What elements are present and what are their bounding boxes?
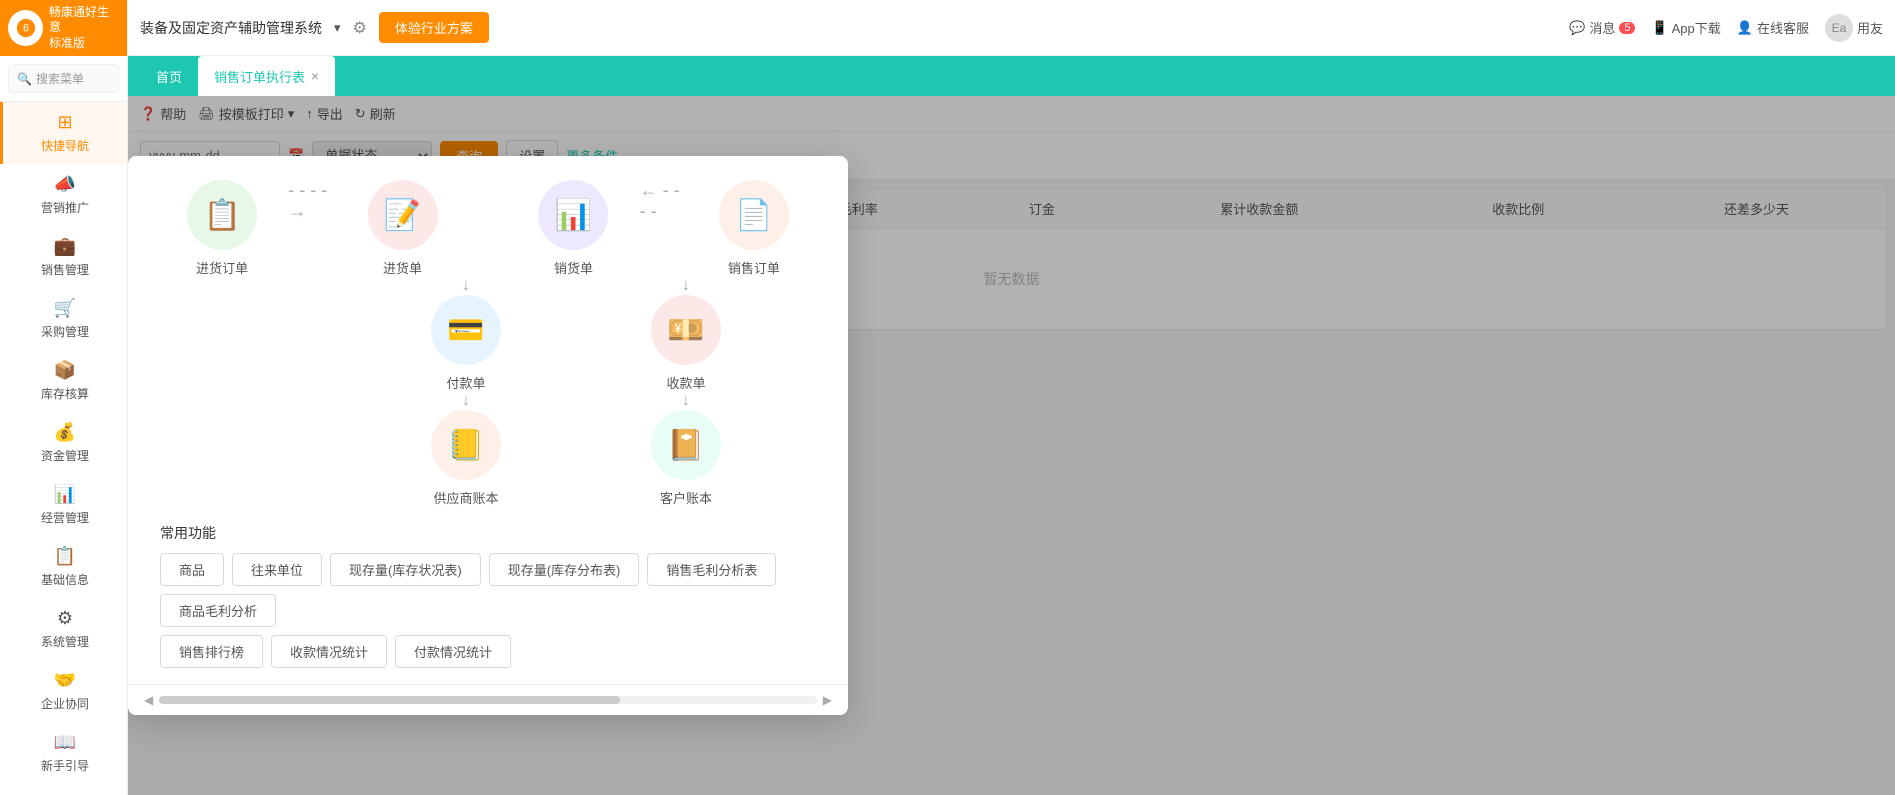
customer-ledger-icon: 📔 (651, 410, 721, 480)
quick-nav-modal: 📋 进货订单 - - - - → 📝 (128, 156, 848, 715)
modal-topbar-close[interactable]: ✕ (1864, 8, 1879, 29)
app-download-item[interactable]: 📱 App下载 (1651, 18, 1720, 37)
func-btn-sales-ranking[interactable]: 销售排行榜 (160, 635, 263, 668)
basic-info-icon: 📋 (54, 546, 76, 567)
sidebar-item-operations[interactable]: 📊 经营管理 (0, 474, 127, 536)
sidebar-item-basic-info[interactable]: 📋 基础信息 (0, 536, 127, 598)
search-menu-button[interactable]: 🔍 搜索菜单 (8, 64, 119, 93)
receipt-bill-icon: 💴 (651, 295, 721, 365)
flow-node-payment-bill[interactable]: 💳 付款单 (386, 295, 546, 392)
func-btn-stock-status[interactable]: 现存量(库存状况表) (330, 553, 481, 586)
quick-nav-icon: ⊞ (57, 112, 72, 133)
flow-node-sales-order[interactable]: 📄 销售订单 (692, 180, 816, 277)
payment-bill-icon: 💳 (431, 295, 501, 365)
sidebar-search-area: 🔍 搜索菜单 (0, 56, 127, 102)
flow-down-arrow-sales: ↓ (606, 277, 766, 295)
sidebar-nav: ⊞ 快捷导航 📣 营销推广 💼 销售管理 🛒 采购管理 📦 库存核算 💰 (0, 102, 127, 795)
scrollbar-left-arrow[interactable]: ◀ (144, 693, 153, 707)
flow-node-purchase-order[interactable]: 📋 进货订单 (160, 180, 284, 277)
sidebar-item-purchase[interactable]: 🛒 采购管理 (0, 288, 127, 350)
modal-body: 📋 进货订单 - - - - → 📝 (128, 156, 848, 684)
flow-node-customer-ledger[interactable]: 📔 客户账本 (606, 410, 766, 507)
marketing-icon: 📣 (54, 174, 76, 195)
common-func-section: 常用功能 商品 往来单位 现存量(库存状况表) 现存量(库存分布表) 销售毛利分… (160, 523, 816, 668)
scrollbar-thumb (159, 696, 619, 704)
sales-icon: 💼 (54, 236, 76, 257)
common-func-title: 常用功能 (160, 523, 816, 543)
sidebar-item-sales[interactable]: 💼 销售管理 (0, 226, 127, 288)
logo-icon: 6 (8, 10, 43, 46)
arrow-purchase-to-purchasebill: - - - - → (284, 180, 340, 222)
system-title: 装备及固定资产辅助管理系统 (140, 18, 322, 38)
sidebar-logo: 6 畅康通好生意 标准版 (0, 0, 127, 56)
sidebar-item-collab[interactable]: 🤝 企业协同 (0, 660, 127, 722)
trial-button[interactable]: 体验行业方案 (379, 12, 489, 43)
flow-down-arrow-purchase: ↓ (386, 277, 546, 295)
purchase-icon: 🛒 (54, 298, 76, 319)
purchase-order-icon: 📋 (187, 180, 257, 250)
svg-text:6: 6 (22, 23, 28, 35)
scrollbar-right-arrow[interactable]: ▶ (823, 693, 832, 707)
flow-node-supplier-ledger[interactable]: 📒 供应商账本 (386, 410, 546, 507)
message-badge: 5 (1619, 22, 1635, 34)
sidebar-item-system[interactable]: ⚙ 系统管理 (0, 598, 127, 660)
sales-bill-icon: 📊 (538, 180, 608, 250)
search-icon: 🔍 (17, 72, 32, 86)
modal-overlay: 📋 进货订单 - - - - → 📝 (128, 96, 1895, 795)
online-service-item[interactable]: 👤 在线客服 (1737, 18, 1809, 37)
message-icon: 💬 (1569, 20, 1585, 36)
inventory-icon: 📦 (54, 360, 76, 381)
tab-sales-execution[interactable]: 销售订单执行表 × (198, 56, 335, 96)
service-icon: 👤 (1737, 20, 1753, 36)
sidebar: 6 畅康通好生意 标准版 🔍 搜索菜单 ⊞ 快捷导航 📣 营销推广 💼 (0, 0, 128, 795)
flow-down-arrow-receipt: ↓ (606, 392, 766, 410)
avatar: Ea (1825, 14, 1853, 42)
func-buttons-row1: 商品 往来单位 现存量(库存状况表) 现存量(库存分布表) 销售毛利分析表 商品… (160, 553, 816, 627)
arrow-salesorder-to-salesbill: ← - - - - (636, 180, 692, 222)
page-area: ❓ 帮助 🖨 按模板打印 ▾ ↑ 导出 ↻ 刷新 (128, 96, 1895, 795)
sidebar-item-marketing[interactable]: 📣 营销推广 (0, 164, 127, 226)
sales-order-icon: 📄 (719, 180, 789, 250)
sidebar-item-guide[interactable]: 📖 新手引导 (0, 722, 127, 784)
sidebar-item-inventory[interactable]: 📦 库存核算 (0, 350, 127, 412)
tab-close-icon[interactable]: × (311, 68, 319, 84)
chevron-down-icon: ▾ (334, 20, 341, 36)
func-btn-sales-profit[interactable]: 销售毛利分析表 (647, 553, 776, 586)
supplier-ledger-icon: 📒 (431, 410, 501, 480)
tab-home[interactable]: 首页 (140, 56, 198, 96)
message-item[interactable]: 💬 消息 5 (1569, 18, 1635, 37)
operations-icon: 📊 (54, 484, 76, 505)
finance-icon: 💰 (54, 422, 76, 443)
purchase-bill-icon: 📝 (368, 180, 438, 250)
flow-node-receipt-bill[interactable]: 💴 收款单 (606, 295, 766, 392)
topbar-right: 💬 消息 5 📱 App下载 👤 在线客服 Ea 用友 (1569, 14, 1883, 42)
scrollbar-track[interactable] (159, 696, 817, 704)
modal-scrollbar: ◀ ▶ (128, 684, 848, 715)
sidebar-item-quick-nav[interactable]: ⊞ 快捷导航 (0, 102, 127, 164)
tabbar: 首页 销售订单执行表 × ✕ (128, 56, 1895, 96)
topbar-dropdown[interactable]: ▾ (334, 20, 341, 36)
main-content: 装备及固定资产辅助管理系统 ▾ ⚙ 体验行业方案 💬 消息 5 📱 App下载 … (128, 0, 1895, 795)
flow-down-arrow-payment: ↓ (386, 392, 546, 410)
sidebar-item-finance[interactable]: 💰 资金管理 (0, 412, 127, 474)
settings-icon[interactable]: ⚙ (353, 18, 367, 38)
func-btn-stock-dist[interactable]: 现存量(库存分布表) (489, 553, 640, 586)
flow-node-sales-bill[interactable]: 📊 销货单 (511, 180, 635, 277)
func-btn-payment-stat[interactable]: 付款情况统计 (395, 635, 511, 668)
system-icon: ⚙ (57, 608, 73, 629)
download-icon: 📱 (1651, 20, 1667, 36)
topbar: 装备及固定资产辅助管理系统 ▾ ⚙ 体验行业方案 💬 消息 5 📱 App下载 … (128, 0, 1895, 56)
func-buttons-row2: 销售排行榜 收款情况统计 付款情况统计 (160, 635, 816, 668)
func-btn-partner[interactable]: 往来单位 (232, 553, 322, 586)
func-btn-receipt-stat[interactable]: 收款情况统计 (271, 635, 387, 668)
func-btn-product[interactable]: 商品 (160, 553, 224, 586)
flow-node-purchase-bill[interactable]: 📝 进货单 (340, 180, 464, 277)
collab-icon: 🤝 (54, 670, 76, 691)
logo-text: 畅康通好生意 标准版 (49, 5, 119, 52)
func-btn-product-profit[interactable]: 商品毛利分析 (160, 594, 276, 627)
guide-icon: 📖 (54, 732, 76, 753)
